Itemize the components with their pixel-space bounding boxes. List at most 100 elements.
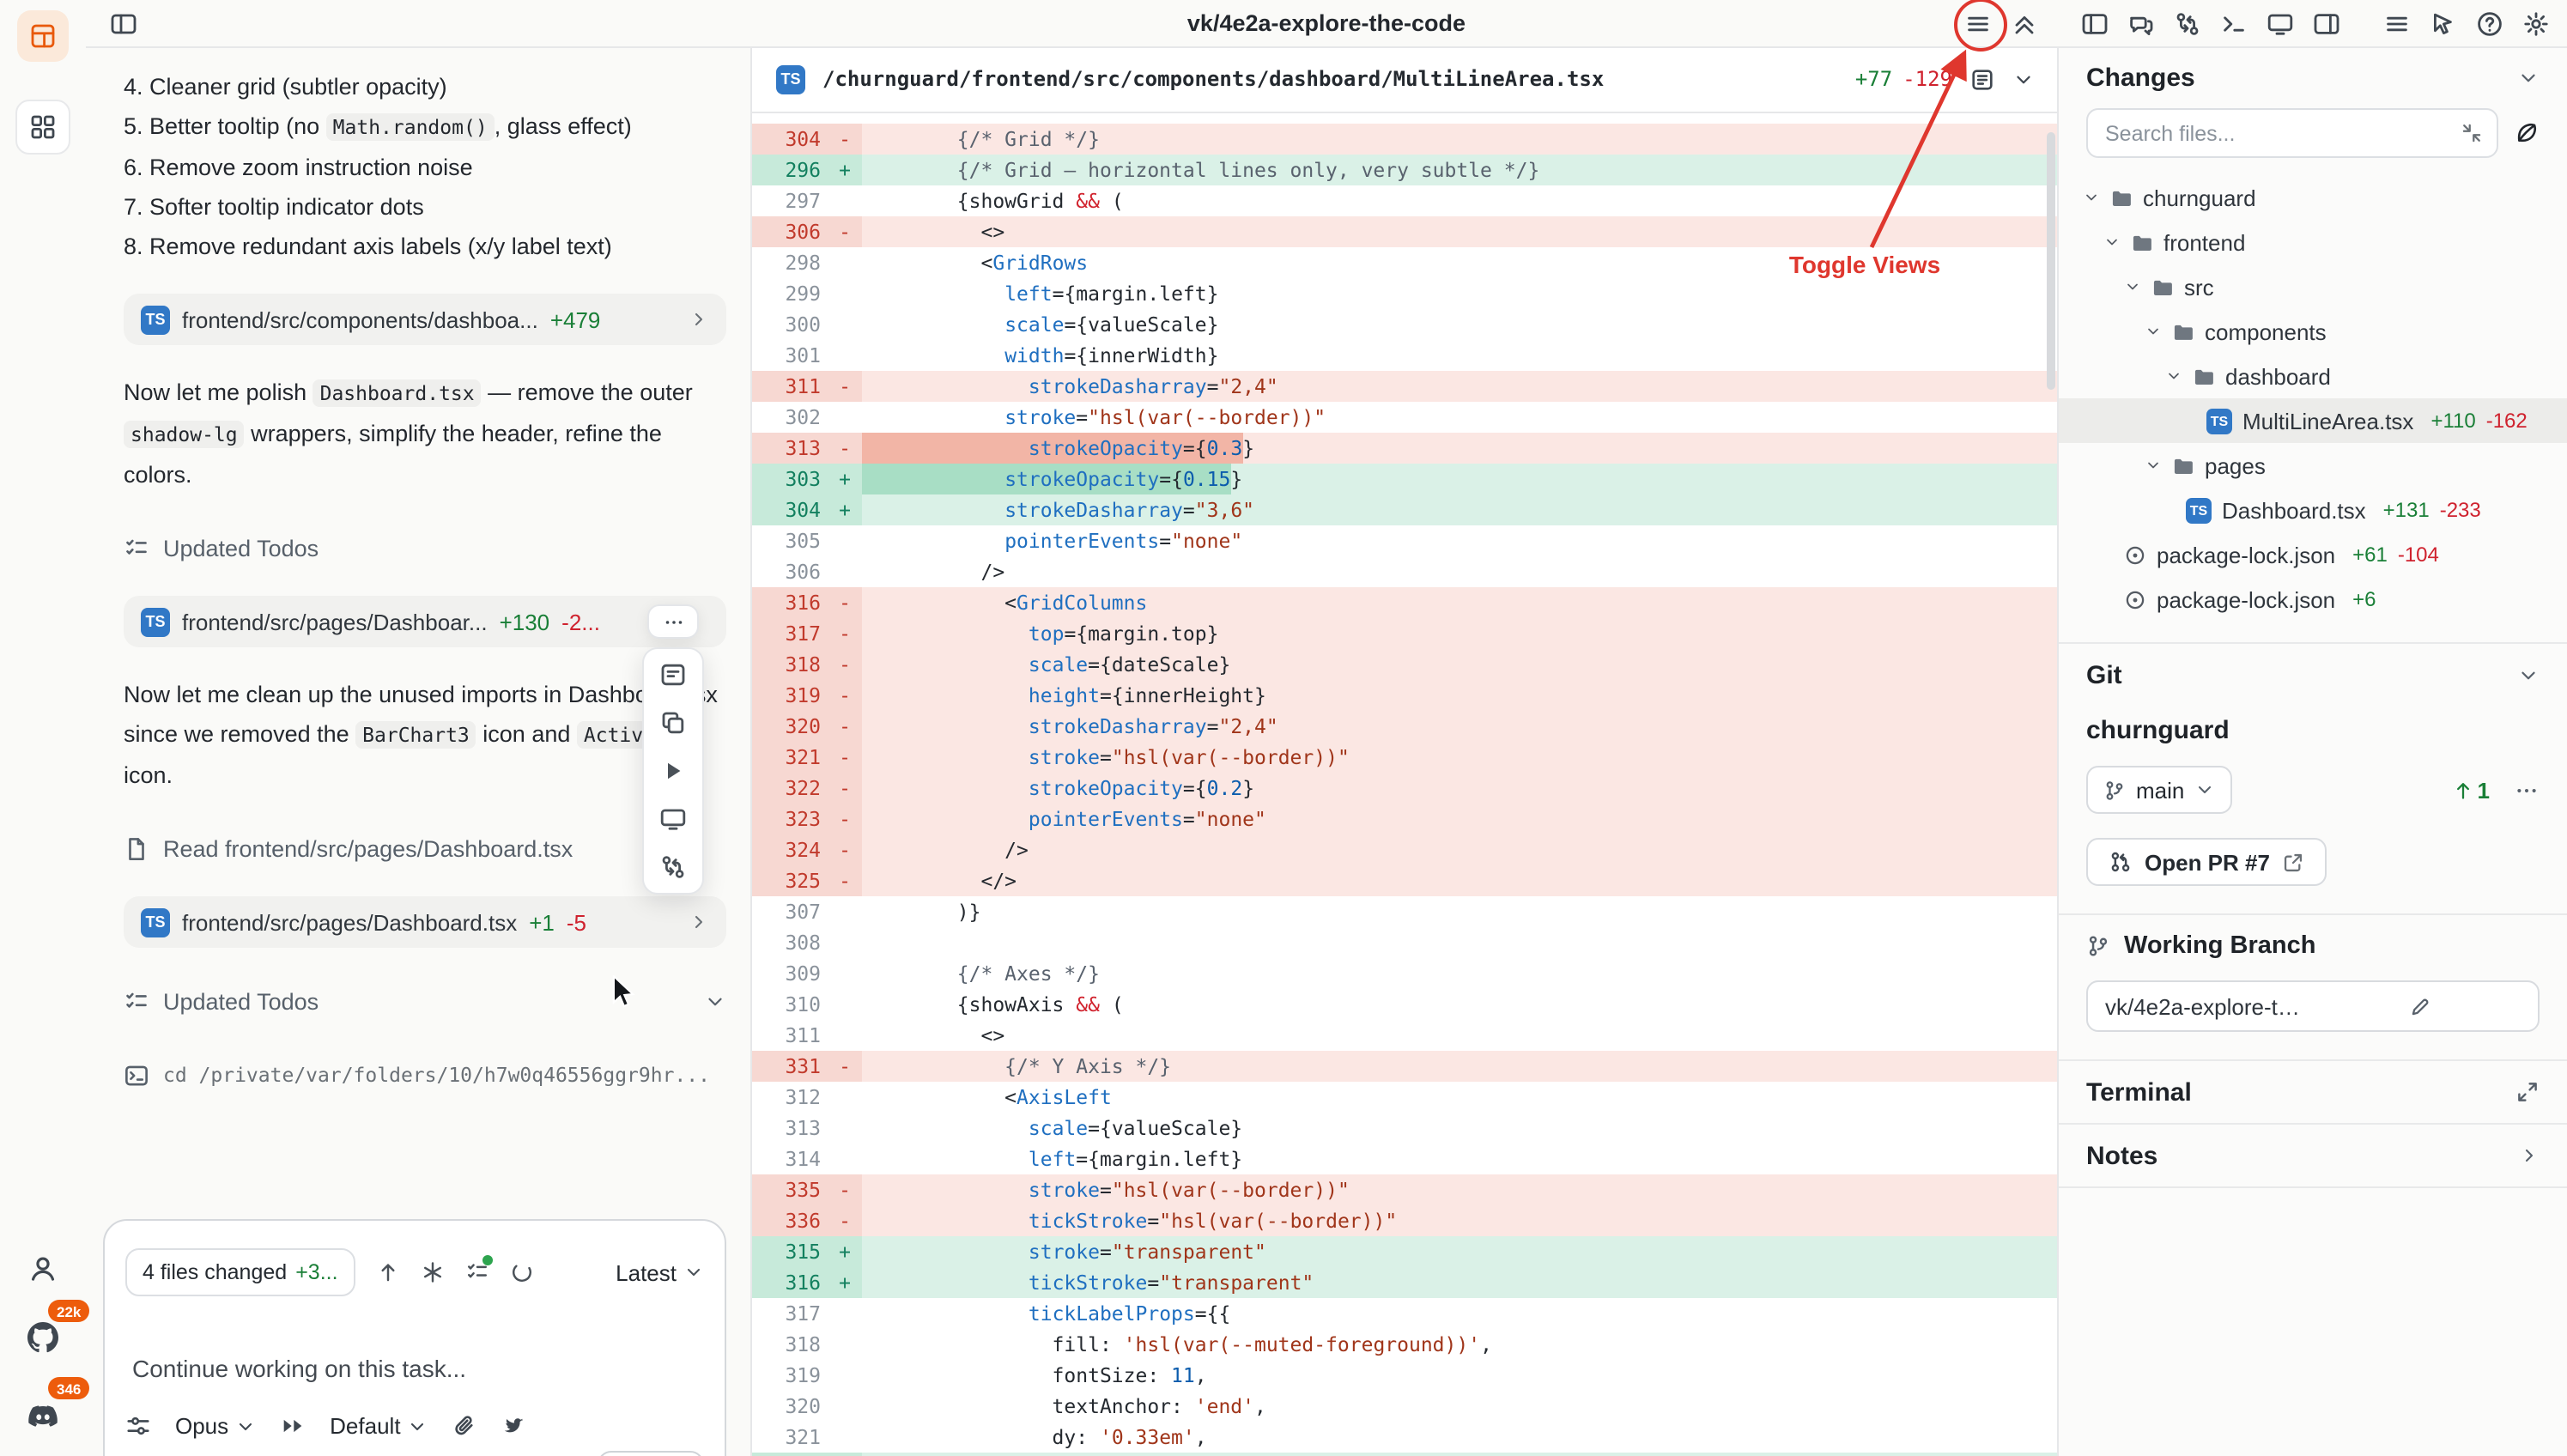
todos-row[interactable]: Updated Todos [124,982,726,1022]
code-line: strokeOpacity={0.3} [862,433,2059,464]
git-compare-icon[interactable] [2174,9,2201,37]
tree-item-src[interactable]: src [2059,264,2567,309]
grid-view-button[interactable] [15,100,70,155]
person-icon[interactable] [27,1253,58,1284]
menu-icon[interactable] [2383,9,2411,37]
diff-row: 319- height={innerHeight} [752,680,2059,711]
repo-name: churnguard [2086,716,2540,745]
monitor-icon[interactable] [659,805,687,833]
diff-row: 318 fill: 'hsl(var(--muted-foreground))'… [752,1329,2059,1360]
panel-right-icon[interactable] [2313,9,2340,37]
tree-item-frontend[interactable]: frontend [2059,220,2567,264]
diff-marker: - [828,834,862,865]
code-line: height={innerHeight} [862,680,2059,711]
workspace-tab-active[interactable] [17,10,69,62]
discord-link[interactable]: 346 [27,1399,58,1439]
model-select[interactable]: Opus [175,1413,256,1439]
help-icon[interactable] [2476,9,2503,37]
play-icon[interactable] [659,757,687,785]
file-change-chip[interactable]: TS frontend/src/components/dashboa... +4… [124,294,726,345]
version-dropdown[interactable]: Latest [616,1259,704,1285]
tree-item-multilinearea-tsx[interactable]: TSMultiLineArea.tsx+110-162 [2059,398,2567,443]
diff-panel: TS /churnguard/frontend/src/components/d… [750,46,2060,1456]
message-input[interactable]: Continue working on this task... [132,1355,697,1382]
search-input[interactable] [2102,119,2450,147]
mode-select[interactable]: Default [330,1413,428,1439]
file-change-chip[interactable]: TS frontend/src/pages/Dashboard.tsx +1 -… [124,896,726,948]
assistant-paragraph: Now let me clean up the unused imports i… [124,675,726,795]
terminal-icon[interactable] [2220,9,2248,37]
arrow-up-icon[interactable] [376,1260,400,1284]
file-preview-icon[interactable] [1969,66,1995,92]
tree-item-components[interactable]: components [2059,309,2567,354]
tree-item-package-lock-json[interactable]: package-lock.json+6 [2059,577,2567,622]
columns-layout-icon[interactable] [110,9,137,37]
line-number: 313 [752,1113,828,1144]
dots-icon[interactable] [2514,777,2540,803]
chevron-down-icon[interactable] [704,991,726,1013]
working-branch-input[interactable]: vk/4e2a-explore-the-code [2086,980,2540,1032]
send-button[interactable]: Send [598,1451,704,1456]
line-number: 319 [752,1360,828,1391]
git-section-header[interactable]: Git [2059,642,2567,706]
changes-section-header[interactable]: Changes [2059,46,2567,108]
edit-note-icon[interactable] [659,661,687,689]
diff-row: 312 <AxisLeft [752,1082,2059,1113]
read-file-row[interactable]: Read frontend/src/pages/Dashboard.tsx [124,829,726,869]
checklist-icon [124,536,149,561]
files-changed-chip[interactable]: 4 files changed +3... [125,1248,355,1296]
line-number: 317 [752,1298,828,1329]
tree-item-package-lock-json[interactable]: package-lock.json+61-104 [2059,532,2567,577]
tree-item-pages[interactable]: pages [2059,443,2567,488]
dots-icon [662,610,684,633]
grid-icon [29,113,57,141]
pencil-icon[interactable] [2320,995,2521,1017]
chevron-down-icon[interactable] [2517,664,2540,686]
github-link[interactable]: 22k [27,1322,58,1362]
sliders-icon[interactable] [125,1413,151,1439]
toggle-views-button[interactable] [1964,9,1992,37]
file-change-chip[interactable]: TS frontend/src/pages/Dashboar... +130 -… [124,596,726,647]
more-actions-button[interactable] [647,604,699,639]
chevrons-up-icon[interactable] [2011,9,2038,37]
bird-icon[interactable] [502,1413,528,1439]
terminal-command-row[interactable]: cd /private/var/folders/10/h7w0q46556ggr… [124,1056,726,1095]
feather-icon[interactable] [2514,120,2540,146]
sparkle-icon[interactable] [421,1260,445,1284]
todos-row[interactable]: Updated Todos [124,529,726,568]
todo-status-button[interactable] [465,1260,489,1284]
git-compare-icon[interactable] [659,853,687,881]
chat-bubbles-icon[interactable] [2127,9,2155,37]
copy-icon[interactable] [659,709,687,737]
line-number: 316 [752,1267,828,1298]
scrollbar-thumb[interactable] [2047,132,2055,390]
branch-select[interactable]: main [2086,766,2232,814]
code-line: strokeDasharray="3,6" [862,494,2059,525]
fast-forward-icon[interactable] [280,1413,306,1439]
diff-marker: - [828,804,862,834]
diff-row: 301 width={innerWidth} [752,340,2059,371]
gear-icon[interactable] [2522,9,2550,37]
commits-ahead[interactable]: 1 [2452,777,2490,803]
line-number: 325 [752,865,828,896]
expand-icon[interactable] [2515,1080,2540,1104]
code-line: fontSize: 11, [862,1360,2059,1391]
search-box[interactable] [2086,108,2498,158]
panel-left-icon[interactable] [2081,9,2109,37]
tree-item-dashboard[interactable]: dashboard [2059,354,2567,398]
open-pr-button[interactable]: Open PR #7 [2086,838,2327,886]
chevron-down-icon[interactable] [2517,66,2540,88]
tree-item-churnguard[interactable]: churnguard [2059,175,2567,220]
chevron-down-icon[interactable] [2012,68,2035,90]
chevron-right-icon [2519,1145,2540,1166]
paperclip-icon[interactable] [452,1413,478,1439]
monitor-icon[interactable] [2267,9,2294,37]
diff-marker: - [828,649,862,680]
collapse-icon[interactable] [2461,122,2483,144]
notes-section-header[interactable]: Notes [2059,1123,2567,1188]
github-badge: 22k [48,1300,89,1322]
chevron-right-icon [689,912,709,932]
terminal-section-header[interactable]: Terminal [2059,1059,2567,1123]
cursor-share-icon[interactable] [2430,9,2457,37]
tree-item-dashboard-tsx[interactable]: TSDashboard.tsx+131-233 [2059,488,2567,532]
